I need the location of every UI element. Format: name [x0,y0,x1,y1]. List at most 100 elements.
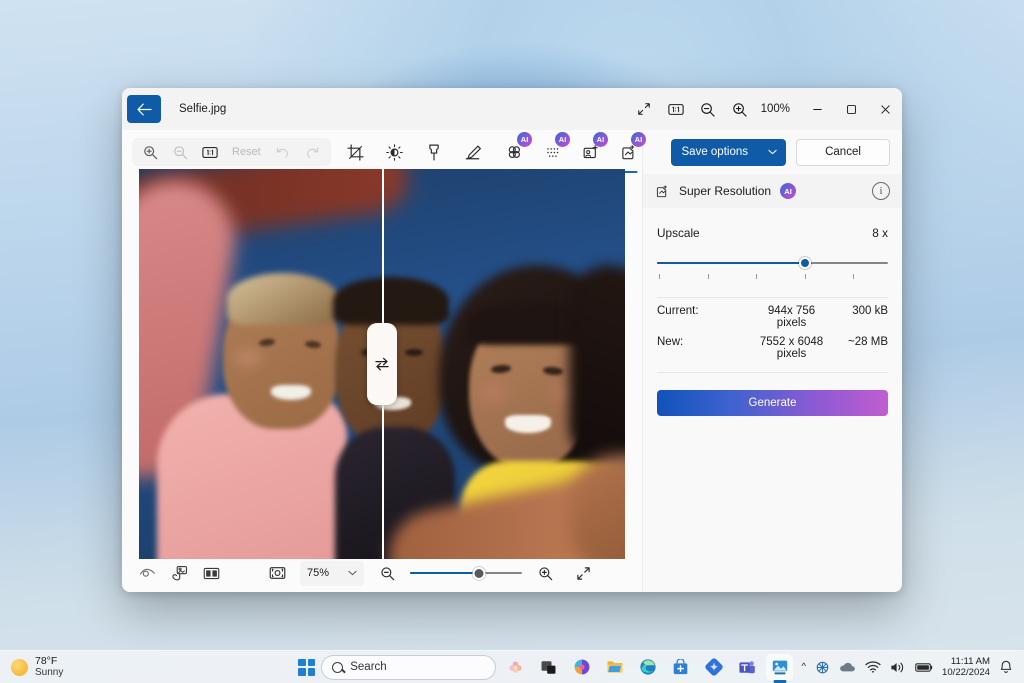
markup-tool[interactable] [458,138,487,166]
taskbar-item-photos[interactable] [766,653,794,681]
upscale-slider-thumb[interactable] [798,257,811,269]
upscale-slider[interactable] [657,254,888,272]
taskbar-item-task-view[interactable] [535,654,562,681]
wifi-icon[interactable] [865,661,881,673]
taskbar-center: Search [290,653,801,681]
bell-icon[interactable] [999,660,1013,675]
copilot-icon [574,659,590,675]
search-input[interactable]: Search [321,654,497,680]
zoom-in-icon [733,102,747,117]
search-icon [332,661,344,673]
upscale-row: Upscale 8 x [657,226,888,240]
volume-icon[interactable] [890,661,906,674]
comparison-handle[interactable] [367,323,397,405]
taskbar-item-microsoft-edge[interactable] [634,654,661,681]
zoom-out-button[interactable] [372,559,402,587]
panel-title: Super Resolution [679,184,772,198]
photos-icon [772,660,787,674]
zoom-in-button[interactable] [725,94,755,124]
zoom-in-icon [538,566,552,580]
save-options-button[interactable]: Save options [670,138,786,166]
teams-icon [739,660,755,673]
redo-button[interactable] [298,138,328,166]
adjustment-tool[interactable] [380,138,409,166]
info-icon[interactable]: i [872,182,890,200]
photo-image[interactable] [139,169,625,559]
erase-objects-tool[interactable]: AI [578,132,609,167]
back-button[interactable] [127,95,161,123]
zoom-in-button[interactable] [530,559,560,587]
widgets-button[interactable] [502,654,529,681]
actual-size-button[interactable] [661,94,691,124]
undo-button[interactable] [268,138,298,166]
fullscreen-button[interactable] [568,559,598,587]
brightness-icon [386,143,404,161]
onedrive-icon[interactable] [839,661,856,673]
cancel-button[interactable]: Cancel [796,138,890,166]
maximize-button[interactable] [834,88,868,130]
edit-toolbar: Reset AI AI AI AI [122,130,646,174]
window-titlebar: Selfie.jpg 100% [122,88,902,130]
zoom-level-select[interactable]: 75% [300,560,364,586]
split-view-icon [203,567,219,579]
one-to-one-icon [202,146,218,158]
arrow-left-icon [136,103,152,115]
minimize-button[interactable] [800,88,834,130]
eraser-icon [429,144,439,160]
crop-tool[interactable] [341,138,370,166]
save-options-label: Save options [681,146,749,158]
tray-chevron-up-icon[interactable]: ^ [801,661,806,672]
new-label: New: [657,336,684,348]
zoom-slider-thumb[interactable] [472,566,486,580]
upscale-slider-ticks [657,274,888,281]
start-button[interactable] [298,658,316,676]
toolbar-actual-size[interactable] [195,138,225,166]
taskbar-item-onedrive-app[interactable] [700,654,727,681]
battery-icon[interactable] [915,662,933,673]
fit-to-window-button[interactable] [629,94,659,124]
weather-widget[interactable]: 78°F Sunny [0,654,290,679]
weather-temperature: 78°F [35,654,58,667]
compare-original-button[interactable] [132,559,162,587]
zoom-out-button[interactable] [693,94,723,124]
eye-icon [139,568,155,577]
close-button[interactable] [868,88,902,130]
edge-icon [640,659,656,675]
background-blur-tool[interactable]: AI [502,132,533,167]
fit-to-screen-button[interactable] [262,559,292,587]
weather-condition: Sunny [35,667,64,679]
taskbar-item-microsoft-teams[interactable] [733,654,760,681]
zoom-out-icon [173,145,187,159]
maximize-icon [846,104,856,114]
photo-canvas[interactable] [122,169,642,559]
photo-bottom-bar: 75% [122,554,642,592]
zoom-slider[interactable] [410,565,522,581]
desktop: Selfie.jpg 100% Reset AI AI AI AI 75% Sa… [0,0,1024,683]
pen-icon [466,145,482,159]
retouch-tool[interactable] [419,138,448,166]
current-label: Current: [657,305,699,317]
zoom-level-value: 75% [307,567,330,579]
bottom-left-tools [132,559,226,587]
close-icon [880,104,890,114]
pan-tool-button[interactable] [164,559,194,587]
taskbar: 78°F Sunny Search ^ 11:11 AM 10/22/2024 [0,650,1024,683]
clock[interactable]: 11:11 AM 10/22/2024 [942,656,990,678]
taskbar-item-copilot[interactable] [568,654,595,681]
background-remove-tool[interactable]: AI [540,132,571,167]
panel-divider-2 [657,372,888,373]
taskbar-item-microsoft-store[interactable] [667,654,694,681]
current-dimensions: 944x 756 pixels [767,305,816,329]
chevron-down-icon [768,149,777,155]
generate-button[interactable]: Generate [657,390,888,416]
chevron-down-icon [348,570,357,576]
taskbar-item-file-explorer[interactable] [601,654,628,681]
split-view-button[interactable] [196,559,226,587]
toolbar-zoom-out[interactable] [165,138,195,166]
toolbar-zoom-in[interactable] [135,138,165,166]
network-adapter-icon[interactable] [815,660,830,675]
file-name: Selfie.jpg [179,103,227,115]
reset-button[interactable]: Reset [225,138,268,166]
super-resolution-tool[interactable]: AI [616,132,646,167]
upscale-label: Upscale [657,226,700,240]
